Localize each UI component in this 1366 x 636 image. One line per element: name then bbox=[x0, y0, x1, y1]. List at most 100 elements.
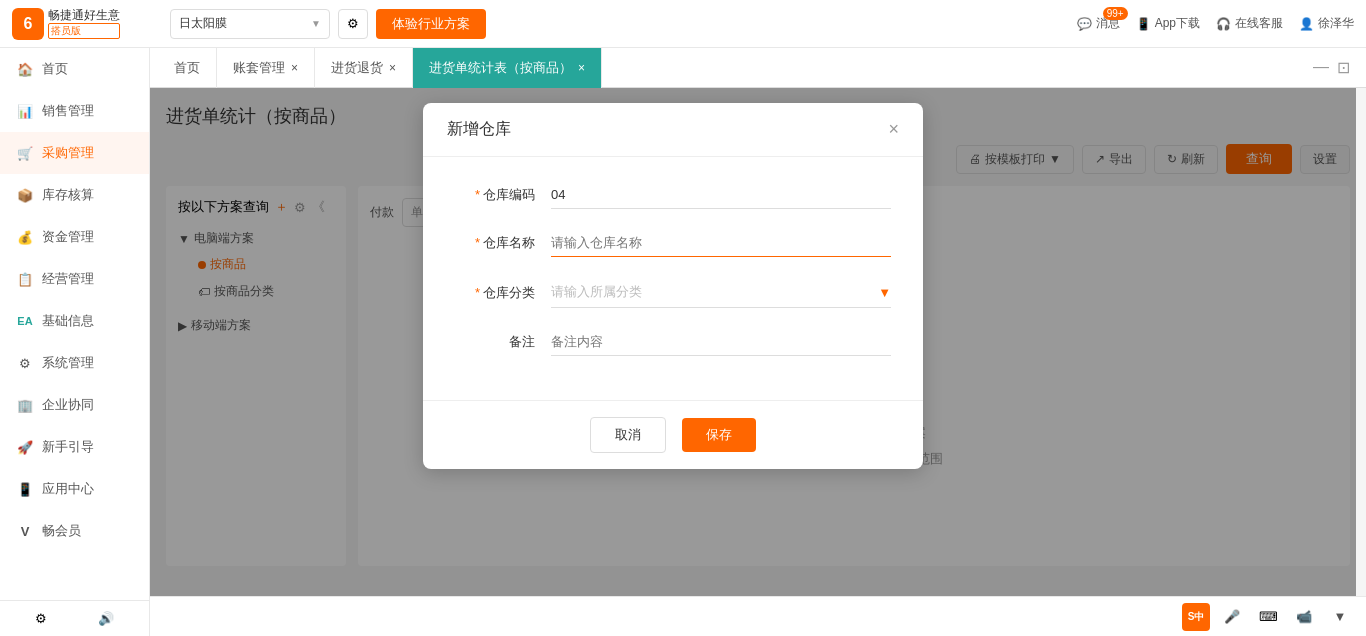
online-service-label: 在线客服 bbox=[1235, 15, 1283, 32]
logo-name: 畅捷通好生意 bbox=[48, 8, 120, 24]
sidebar-item-label: 首页 bbox=[42, 60, 68, 78]
sidebar-item-label: 系统管理 bbox=[42, 354, 94, 372]
phone-icon: 📱 bbox=[1136, 17, 1151, 31]
keyboard-icon[interactable]: ⌨ bbox=[1254, 603, 1282, 631]
sidebar-item-apps[interactable]: 📱 应用中心 bbox=[0, 468, 149, 510]
sidebar-item-inventory[interactable]: 📦 库存核算 bbox=[0, 174, 149, 216]
search-dropdown-arrow[interactable]: ▼ bbox=[311, 18, 321, 29]
page-content: 进货单统计（按商品） 🖨 按模板打印 ▼ ↗ 导出 ↻ 刷新 查询 设置 bbox=[150, 88, 1366, 596]
operations-icon: 📋 bbox=[16, 270, 34, 288]
tab-minimize-icon[interactable]: — bbox=[1313, 58, 1329, 77]
category-placeholder: 请输入所属分类 bbox=[551, 283, 642, 301]
bottom-arrow-icon[interactable]: ▼ bbox=[1326, 603, 1354, 631]
form-row-remark: 备注 bbox=[455, 328, 891, 356]
apps-icon: 📱 bbox=[16, 480, 34, 498]
tab-close-icon[interactable]: × bbox=[291, 61, 298, 75]
headset-icon: 🎧 bbox=[1216, 17, 1231, 31]
tab-close-icon[interactable]: × bbox=[389, 61, 396, 75]
sidebar-item-label: 企业协同 bbox=[42, 396, 94, 414]
finance-icon: 💰 bbox=[16, 228, 34, 246]
warehouse-name-input[interactable] bbox=[551, 229, 891, 257]
sidebar-item-home[interactable]: 🏠 首页 bbox=[0, 48, 149, 90]
save-button[interactable]: 保存 bbox=[682, 418, 756, 452]
logo-area: 6 畅捷通好生意 搭员版 bbox=[12, 8, 162, 40]
gear-icon: ⚙ bbox=[347, 16, 359, 31]
speaker-icon[interactable]: 🔊 bbox=[98, 611, 114, 626]
logo-badge: 搭员版 bbox=[48, 23, 120, 39]
remark-input[interactable] bbox=[551, 328, 891, 356]
form-row-code: 仓库编码 bbox=[455, 181, 891, 209]
modal-header: 新增仓库 × bbox=[423, 103, 923, 157]
sidebar-item-label: 销售管理 bbox=[42, 102, 94, 120]
category-arrow-icon: ▼ bbox=[878, 285, 891, 300]
tab-account[interactable]: 账套管理 × bbox=[217, 48, 315, 88]
sidebar-item-label: 新手引导 bbox=[42, 438, 94, 456]
camera-icon[interactable]: 📹 bbox=[1290, 603, 1318, 631]
user-area[interactable]: 👤 徐泽华 bbox=[1299, 15, 1354, 32]
tab-purchase-stats[interactable]: 进货单统计表（按商品） × bbox=[413, 48, 602, 88]
tab-bar: 首页 账套管理 × 进货退货 × 进货单统计表（按商品） × — ⊡ bbox=[150, 48, 1366, 88]
tab-close-icon[interactable]: × bbox=[578, 61, 585, 75]
sidebar-item-basics[interactable]: EA 基础信息 bbox=[0, 300, 149, 342]
form-label-category: 仓库分类 bbox=[455, 284, 535, 302]
form-row-category: 仓库分类 请输入所属分类 ▼ bbox=[455, 277, 891, 308]
form-label-name: 仓库名称 bbox=[455, 234, 535, 252]
warehouse-code-input[interactable] bbox=[551, 181, 891, 209]
content-area: 首页 账套管理 × 进货退货 × 进货单统计表（按商品） × — ⊡ 进货单统计… bbox=[150, 48, 1366, 636]
app-download-btn[interactable]: 📱 App下载 bbox=[1136, 15, 1200, 32]
gear-button[interactable]: ⚙ bbox=[338, 9, 368, 39]
sidebar-item-operations[interactable]: 📋 经营管理 bbox=[0, 258, 149, 300]
tab-expand-icon[interactable]: ⊡ bbox=[1337, 58, 1350, 77]
message-badge: 99+ bbox=[1103, 7, 1128, 20]
sidebar-bottom: ⚙ 🔊 bbox=[0, 600, 149, 636]
guide-icon: 🚀 bbox=[16, 438, 34, 456]
search-input[interactable] bbox=[179, 17, 307, 31]
form-label-code: 仓库编码 bbox=[455, 186, 535, 204]
tab-label: 进货退货 bbox=[331, 59, 383, 77]
settings-bottom-icon[interactable]: ⚙ bbox=[35, 611, 47, 626]
header-right: 💬 消息 99+ 📱 App下载 🎧 在线客服 👤 徐泽华 bbox=[1077, 15, 1354, 32]
modal-body: 仓库编码 仓库名称 仓库分类 请输入所属分类 bbox=[423, 157, 923, 400]
online-service-btn[interactable]: 🎧 在线客服 bbox=[1216, 15, 1283, 32]
modal-footer: 取消 保存 bbox=[423, 400, 923, 469]
bottom-bar: S中 🎤 ⌨ 📹 ▼ bbox=[150, 596, 1366, 636]
home-icon: 🏠 bbox=[16, 60, 34, 78]
add-warehouse-modal: 新增仓库 × 仓库编码 仓库名称 bbox=[423, 103, 923, 469]
top-header: 6 畅捷通好生意 搭员版 ▼ ⚙ 体验行业方案 💬 消息 99+ 📱 App下载… bbox=[0, 0, 1366, 48]
vip-icon: V bbox=[16, 522, 34, 540]
tab-home[interactable]: 首页 bbox=[158, 48, 217, 88]
sidebar-item-guide[interactable]: 🚀 新手引导 bbox=[0, 426, 149, 468]
warehouse-category-select[interactable]: 请输入所属分类 ▼ bbox=[551, 277, 891, 308]
tab-actions: — ⊡ bbox=[1313, 58, 1358, 77]
purchase-icon: 🛒 bbox=[16, 144, 34, 162]
form-row-name: 仓库名称 bbox=[455, 229, 891, 257]
tab-purchase-return[interactable]: 进货退货 × bbox=[315, 48, 413, 88]
header-search-box[interactable]: ▼ bbox=[170, 9, 330, 39]
sidebar-item-vip[interactable]: V 畅会员 bbox=[0, 510, 149, 552]
message-icon: 💬 bbox=[1077, 17, 1092, 31]
sidebar-item-label: 经营管理 bbox=[42, 270, 94, 288]
cancel-button[interactable]: 取消 bbox=[590, 417, 666, 453]
sidebar: 🏠 首页 📊 销售管理 🛒 采购管理 📦 库存核算 💰 资金管理 📋 经营管理 … bbox=[0, 48, 150, 636]
sidebar-item-label: 资金管理 bbox=[42, 228, 94, 246]
sales-icon: 📊 bbox=[16, 102, 34, 120]
logo-icon: 6 bbox=[12, 8, 44, 40]
modal-close-icon[interactable]: × bbox=[888, 119, 899, 140]
form-label-remark: 备注 bbox=[455, 333, 535, 351]
tab-label: 进货单统计表（按商品） bbox=[429, 59, 572, 77]
message-btn[interactable]: 💬 消息 99+ bbox=[1077, 15, 1120, 32]
sidebar-item-finance[interactable]: 💰 资金管理 bbox=[0, 216, 149, 258]
sidebar-item-purchase[interactable]: 🛒 采购管理 bbox=[0, 132, 149, 174]
sidebar-item-sales[interactable]: 📊 销售管理 bbox=[0, 90, 149, 132]
sidebar-item-enterprise[interactable]: 🏢 企业协同 bbox=[0, 384, 149, 426]
try-industry-button[interactable]: 体验行业方案 bbox=[376, 9, 486, 39]
sidebar-item-label: 库存核算 bbox=[42, 186, 94, 204]
sidebar-item-label: 采购管理 bbox=[42, 144, 94, 162]
microphone-icon[interactable]: 🎤 bbox=[1218, 603, 1246, 631]
modal-title: 新增仓库 bbox=[447, 119, 511, 140]
basics-icon: EA bbox=[16, 312, 34, 330]
sidebar-item-system[interactable]: ⚙ 系统管理 bbox=[0, 342, 149, 384]
main-layout: 🏠 首页 📊 销售管理 🛒 采购管理 📦 库存核算 💰 资金管理 📋 经营管理 … bbox=[0, 48, 1366, 636]
tab-label: 账套管理 bbox=[233, 59, 285, 77]
sidebar-item-label: 应用中心 bbox=[42, 480, 94, 498]
